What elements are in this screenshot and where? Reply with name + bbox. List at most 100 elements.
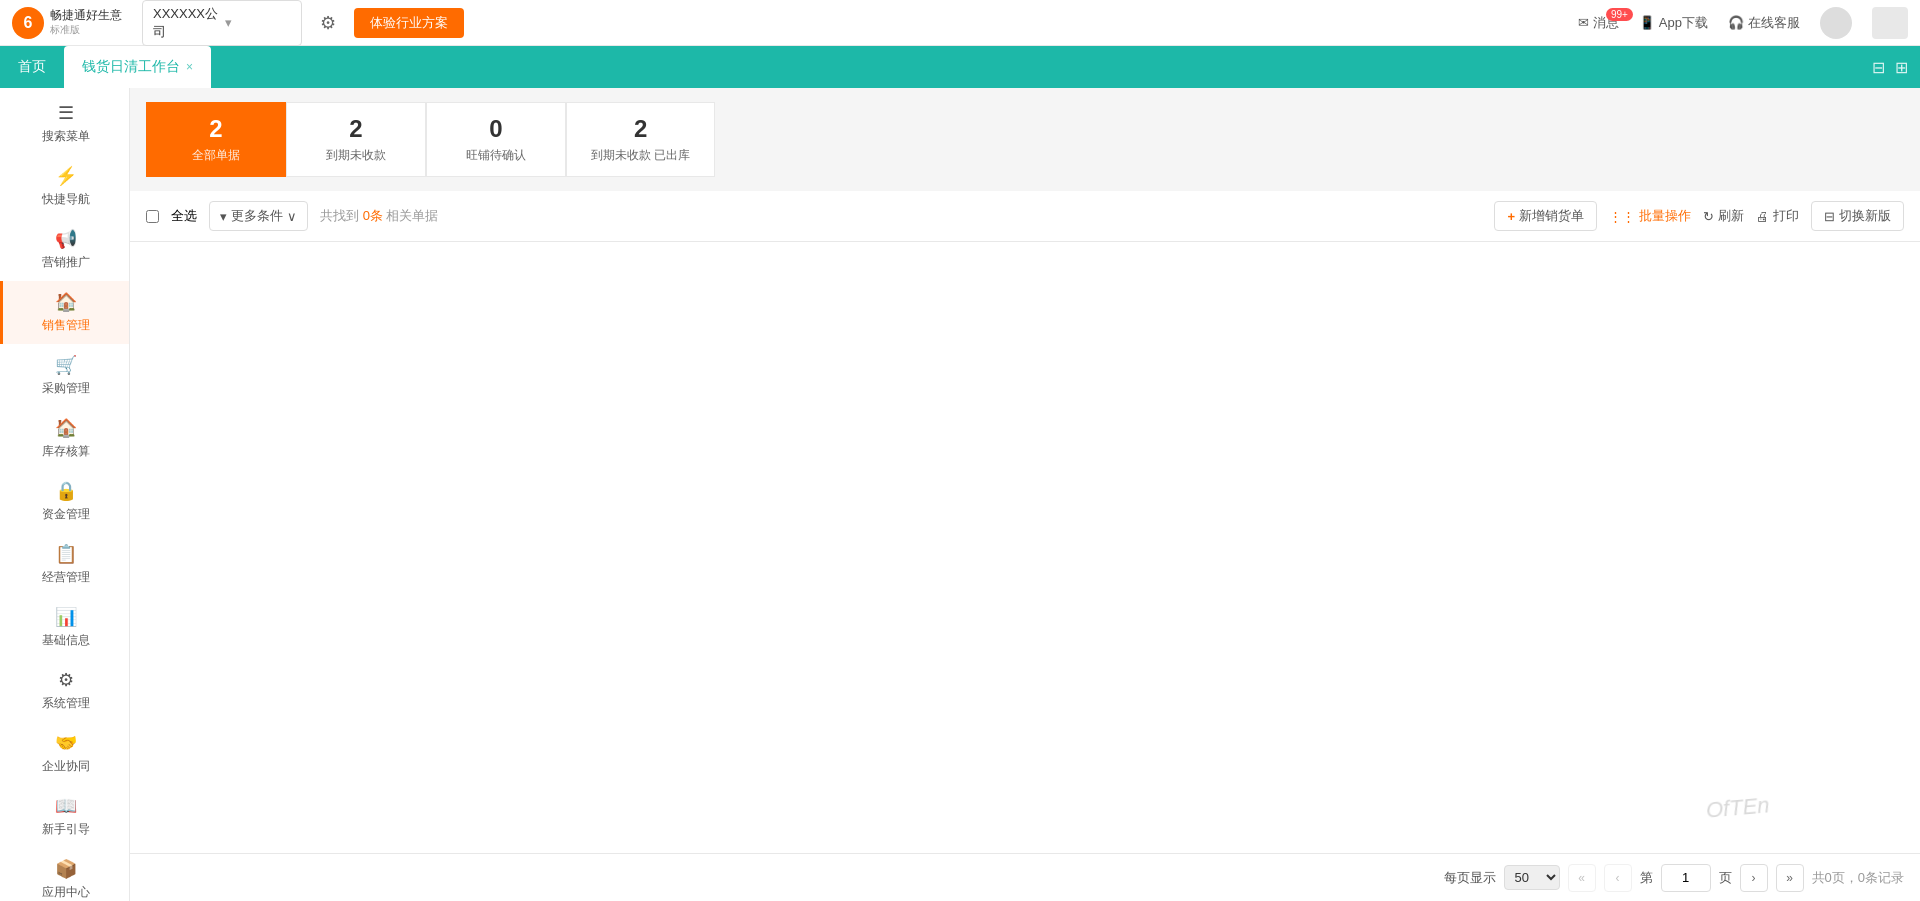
cooperation-icon: 🤝 (55, 732, 77, 754)
sidebar-item-quick-nav[interactable]: ⚡ 快捷导航 (0, 155, 129, 218)
stat-number-overdue: 2 (349, 115, 362, 143)
message-badge: 99+ (1606, 8, 1633, 21)
stat-number-all: 2 (209, 115, 222, 143)
plus-icon: + (1507, 209, 1515, 224)
sidebar-label-system: 系统管理 (42, 695, 90, 712)
table-area (130, 242, 1920, 853)
sidebar-label-sales: 销售管理 (42, 317, 90, 334)
sidebar-label-marketing: 营销推广 (42, 254, 90, 271)
sidebar-item-cooperation[interactable]: 🤝 企业协同 (0, 722, 129, 785)
logo-text: 畅捷通好生意 (50, 8, 122, 24)
finance-icon: 🔒 (55, 480, 77, 502)
online-service-label: 在线客服 (1748, 14, 1800, 32)
filter-icon: ▾ (220, 209, 227, 224)
tab-active[interactable]: 钱货日清工作台 × (64, 46, 211, 88)
result-suffix: 相关单据 (386, 208, 438, 223)
main-layout: ☰ 搜索菜单 ⚡ 快捷导航 📢 营销推广 🏠 销售管理 🛒 采购管理 🏠 库存核… (0, 88, 1920, 901)
sidebar: ☰ 搜索菜单 ⚡ 快捷导航 📢 营销推广 🏠 销售管理 🛒 采购管理 🏠 库存核… (0, 88, 130, 901)
sidebar-item-basic[interactable]: 📊 基础信息 (0, 596, 129, 659)
trial-button[interactable]: 体验行业方案 (354, 8, 464, 38)
sales-icon: 🏠 (55, 291, 77, 313)
logo: 6 畅捷通好生意 标准版 (12, 7, 142, 39)
select-all-checkbox[interactable] (146, 210, 159, 223)
gear-icon: ⚙ (320, 12, 336, 34)
stat-number-wangpu: 0 (489, 115, 502, 143)
filter-label: 更多条件 (231, 207, 283, 225)
marketing-icon: 📢 (55, 228, 77, 250)
first-page-button[interactable]: « (1568, 864, 1596, 892)
sidebar-label-apps: 应用中心 (42, 884, 90, 901)
print-label: 打印 (1773, 207, 1799, 225)
page-number-input[interactable] (1661, 864, 1711, 892)
settings-button[interactable]: ⚙ (312, 7, 344, 39)
print-icon: 🖨 (1756, 209, 1769, 224)
user-name-area[interactable] (1872, 7, 1908, 39)
add-sales-order-button[interactable]: + 新增销货单 (1494, 201, 1597, 231)
sidebar-item-marketing[interactable]: 📢 营销推广 (0, 218, 129, 281)
stat-card-all[interactable]: 2 全部单据 (146, 102, 286, 177)
sidebar-item-guide[interactable]: 📖 新手引导 (0, 785, 129, 848)
pagination: 每页显示 50 100 200 « ‹ 第 页 › » 共0页，0条记录 (130, 853, 1920, 901)
add-btn-label: 新增销货单 (1519, 207, 1584, 225)
purchase-icon: 🛒 (55, 354, 77, 376)
online-service-btn[interactable]: 🎧 在线客服 (1728, 14, 1800, 32)
avatar[interactable] (1820, 7, 1852, 39)
sidebar-item-purchase[interactable]: 🛒 采购管理 (0, 344, 129, 407)
next-page-button[interactable]: › (1740, 864, 1768, 892)
stat-card-overdue[interactable]: 2 到期未收款 (286, 102, 426, 177)
batch-icon: ⋮⋮ (1609, 209, 1635, 224)
business-icon: 📋 (55, 543, 77, 565)
filter-button[interactable]: ▾ 更多条件 ∨ (209, 201, 308, 231)
stat-card-wangpu[interactable]: 0 旺铺待确认 (426, 102, 566, 177)
tabs-bar: 首页 钱货日清工作台 × ⊟ ⊞ (0, 46, 1920, 88)
apps-icon: 📦 (55, 858, 77, 880)
system-icon: ⚙ (58, 669, 74, 691)
tab-minimize-button[interactable]: ⊟ (1872, 58, 1885, 77)
result-text: 共找到 0条 相关单据 (320, 207, 438, 225)
sidebar-label-inventory: 库存核算 (42, 443, 90, 460)
switch-version-label: 切换新版 (1839, 207, 1891, 225)
chevron-down-icon: ▾ (225, 15, 291, 30)
batch-label: 批量操作 (1639, 207, 1691, 225)
result-prefix: 共找到 (320, 208, 359, 223)
switch-icon: ⊟ (1824, 209, 1835, 224)
sidebar-item-search-menu[interactable]: ☰ 搜索菜单 (0, 92, 129, 155)
total-info: 共0页，0条记录 (1812, 869, 1904, 887)
sidebar-label-guide: 新手引导 (42, 821, 90, 838)
sidebar-item-business[interactable]: 📋 经营管理 (0, 533, 129, 596)
header: 6 畅捷通好生意 标准版 XXXXXX公司 ▾ ⚙ 体验行业方案 ✉ 消息 99… (0, 0, 1920, 46)
message-icon: ✉ (1578, 15, 1589, 30)
content: 2 全部单据 2 到期未收款 0 旺铺待确认 2 到期未收款 已出库 全选 ▾ … (130, 88, 1920, 901)
sidebar-item-inventory[interactable]: 🏠 库存核算 (0, 407, 129, 470)
print-button[interactable]: 🖨 打印 (1756, 207, 1799, 225)
sidebar-label-search-menu: 搜索菜单 (42, 128, 90, 145)
per-page-select[interactable]: 50 100 200 (1504, 865, 1560, 890)
search-menu-icon: ☰ (58, 102, 74, 124)
app-download-btn[interactable]: 📱 App下载 (1639, 14, 1708, 32)
stat-card-shipped[interactable]: 2 到期未收款 已出库 (566, 102, 715, 177)
stat-label-overdue: 到期未收款 (326, 147, 386, 164)
tab-maximize-button[interactable]: ⊞ (1895, 58, 1908, 77)
sidebar-label-basic: 基础信息 (42, 632, 90, 649)
logo-icon: 6 (12, 7, 44, 39)
prev-page-button[interactable]: ‹ (1604, 864, 1632, 892)
chevron-icon: ∨ (287, 209, 297, 224)
tab-active-label: 钱货日清工作台 (82, 58, 180, 76)
tab-home[interactable]: 首页 (0, 46, 64, 88)
switch-version-button[interactable]: ⊟ 切换新版 (1811, 201, 1904, 231)
sidebar-item-apps[interactable]: 📦 应用中心 (0, 848, 129, 901)
result-count: 0条 (363, 208, 383, 223)
sidebar-item-sales[interactable]: 🏠 销售管理 (0, 281, 129, 344)
refresh-button[interactable]: ↻ 刷新 (1703, 207, 1744, 225)
sidebar-label-purchase: 采购管理 (42, 380, 90, 397)
batch-operation-button[interactable]: ⋮⋮ 批量操作 (1609, 207, 1691, 225)
last-page-button[interactable]: » (1776, 864, 1804, 892)
sidebar-label-quick-nav: 快捷导航 (42, 191, 90, 208)
company-selector[interactable]: XXXXXX公司 ▾ (142, 0, 302, 46)
stat-label-wangpu: 旺铺待确认 (466, 147, 526, 164)
tab-close-icon[interactable]: × (186, 60, 193, 74)
guide-icon: 📖 (55, 795, 77, 817)
message-btn[interactable]: ✉ 消息 99+ (1578, 14, 1619, 32)
sidebar-item-finance[interactable]: 🔒 资金管理 (0, 470, 129, 533)
sidebar-item-system[interactable]: ⚙ 系统管理 (0, 659, 129, 722)
